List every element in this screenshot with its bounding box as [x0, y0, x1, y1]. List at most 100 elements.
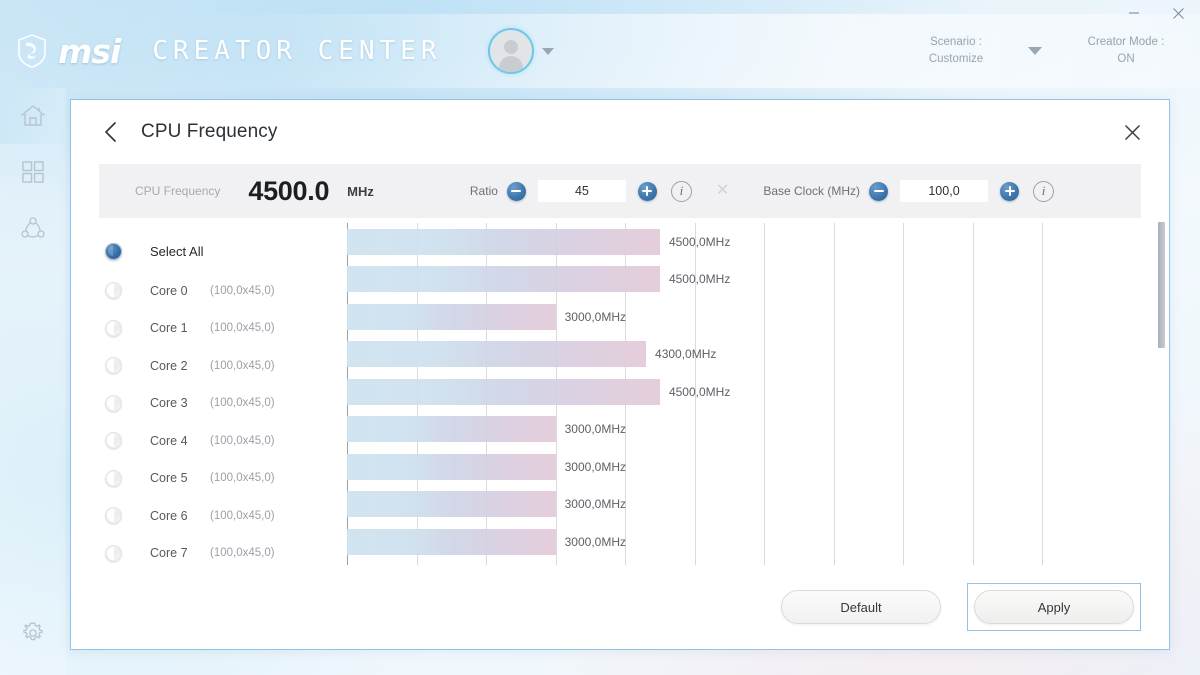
- default-button[interactable]: Default: [781, 590, 941, 624]
- ratio-info-icon[interactable]: i: [671, 181, 692, 202]
- chart-bar-row: 4500,0MHz: [347, 223, 1169, 261]
- left-sidebar: [0, 88, 66, 675]
- ratio-dismiss-icon[interactable]: ✕: [716, 183, 729, 199]
- core-radio[interactable]: [105, 357, 122, 374]
- base-clock-decrement-button[interactable]: [869, 182, 888, 201]
- msi-wordmark: msi: [58, 35, 120, 68]
- base-clock-input[interactable]: [900, 180, 988, 202]
- chart-bar-row: 4300,0MHz: [347, 336, 1169, 374]
- user-account[interactable]: [488, 28, 554, 74]
- chart-bar-label: 4300,0MHz: [655, 347, 716, 361]
- close-icon: [1124, 124, 1141, 141]
- core-row[interactable]: Core 6 (100,0x45,0): [71, 497, 347, 535]
- core-value: (100,0x45,0): [210, 510, 275, 522]
- msi-dragon-shield-icon: [16, 34, 48, 68]
- chart-bar-label: 4500,0MHz: [669, 385, 730, 399]
- core-radio[interactable]: [105, 282, 122, 299]
- ratio-input[interactable]: [538, 180, 626, 202]
- avatar-person-icon: [492, 34, 530, 72]
- cpu-frequency-value: 4500.0: [248, 176, 329, 207]
- scenario-value: Customize: [910, 51, 1002, 68]
- core-radio[interactable]: [105, 470, 122, 487]
- select-all-row[interactable]: Select All: [71, 230, 347, 272]
- chart-scrollbar-track[interactable]: [1158, 222, 1165, 565]
- chart-bar-label: 3000,0MHz: [565, 310, 626, 324]
- product-wordmark: CREATOR CENTER: [152, 36, 441, 66]
- core-radio[interactable]: [105, 320, 122, 337]
- network-icon: [19, 214, 47, 242]
- select-all-radio[interactable]: [105, 243, 122, 260]
- home-icon: [18, 102, 48, 130]
- chart-bar-label: 3000,0MHz: [565, 460, 626, 474]
- sidebar-item-home[interactable]: [0, 88, 66, 144]
- apply-button[interactable]: Apply: [974, 590, 1134, 624]
- sidebar-item-apps[interactable]: [0, 144, 66, 200]
- select-all-label: Select All: [150, 244, 203, 259]
- core-row[interactable]: Core 4(100,0x45,0): [71, 422, 347, 460]
- chart-bar-label: 4500,0MHz: [669, 272, 730, 286]
- chart-bar-row: 3000,0MHz: [347, 486, 1169, 524]
- sidebar-item-network[interactable]: [0, 200, 66, 256]
- core-label: Core 2: [150, 359, 204, 373]
- chart-bar: [347, 529, 556, 555]
- page-title: CPU Frequency: [141, 121, 277, 143]
- core-value: (100,0x45,0): [210, 322, 275, 334]
- core-row[interactable]: Core 1(100,0x45,0): [71, 310, 347, 348]
- sidebar-item-settings[interactable]: [0, 605, 66, 661]
- core-label: Core 6: [150, 509, 204, 523]
- base-clock-control-group: Base Clock (MHz) i: [763, 180, 1054, 202]
- avatar[interactable]: [488, 28, 534, 74]
- gear-icon: [20, 620, 46, 646]
- core-label: Core 3: [150, 396, 204, 410]
- account-chevron-down-icon[interactable]: [542, 48, 554, 55]
- scenario-label: Scenario :: [910, 34, 1002, 51]
- scenario-block: Scenario : Customize: [910, 34, 1002, 67]
- frequency-chart: 4500,0MHz 4500,0MHz 3000,0MHz 4300,0MHz 4500…: [347, 218, 1169, 565]
- chart-bar: [347, 304, 556, 330]
- dialog-close-button[interactable]: [1117, 117, 1147, 147]
- core-label: Core 5: [150, 471, 204, 485]
- creator-mode-value: ON: [1080, 51, 1172, 68]
- app-root: msi CREATOR CENTER Scenario : Customize …: [0, 0, 1200, 675]
- chart-bar-row: 4500,0MHz: [347, 373, 1169, 411]
- close-button[interactable]: [1156, 0, 1200, 26]
- creator-mode-label: Creator Mode :: [1080, 34, 1172, 51]
- core-row[interactable]: Core 5(100,0x45,0): [71, 460, 347, 498]
- ratio-control-group: Ratio i ✕: [470, 180, 729, 202]
- ratio-increment-button[interactable]: [638, 182, 657, 201]
- core-radio[interactable]: [105, 545, 122, 562]
- dialog-header: CPU Frequency: [71, 100, 1169, 164]
- core-row[interactable]: Core 2 (100,0x45,0): [71, 347, 347, 385]
- chart-bar-label: 3000,0MHz: [565, 535, 626, 549]
- base-clock-increment-button[interactable]: [1000, 182, 1019, 201]
- core-row[interactable]: Core 0(100,0x45,0): [71, 272, 347, 310]
- chart-bar: [347, 379, 660, 405]
- chart-bar: [347, 416, 556, 442]
- chart-bar-label: 3000,0MHz: [565, 497, 626, 511]
- back-button[interactable]: [97, 118, 125, 146]
- minimize-button[interactable]: [1112, 0, 1156, 26]
- frequency-summary-bar: CPU Frequency 4500.0 MHz Ratio i ✕ Base …: [99, 164, 1141, 218]
- core-label: Core 4: [150, 434, 204, 448]
- chart-bar-row: 3000,0MHz: [347, 411, 1169, 449]
- ratio-decrement-button[interactable]: [507, 182, 526, 201]
- chart-bar-label: 3000,0MHz: [565, 422, 626, 436]
- scenario-control[interactable]: Scenario : Customize: [910, 34, 1080, 67]
- core-value: (100,0x45,0): [210, 360, 275, 372]
- core-row[interactable]: Core 7(100,0x45,0): [71, 535, 347, 566]
- core-value: (100,0x45,0): [210, 547, 275, 559]
- base-clock-label: Base Clock (MHz): [763, 184, 860, 198]
- base-clock-info-icon[interactable]: i: [1033, 181, 1054, 202]
- core-radio[interactable]: [105, 432, 122, 449]
- chart-bar-row: 4500,0MHz: [347, 261, 1169, 299]
- core-radio[interactable]: [105, 507, 122, 524]
- ratio-label: Ratio: [470, 184, 498, 198]
- chevron-left-icon: [103, 121, 119, 143]
- core-row[interactable]: Core 3 (100,0x45,0): [71, 385, 347, 423]
- core-radio[interactable]: [105, 395, 122, 412]
- core-label: Core 0: [150, 284, 204, 298]
- creator-mode-block[interactable]: Creator Mode : ON: [1080, 34, 1172, 67]
- core-value: (100,0x45,0): [210, 397, 275, 409]
- chart-scrollbar-thumb[interactable]: [1158, 222, 1165, 348]
- scenario-chevron-down-icon[interactable]: [1028, 47, 1042, 55]
